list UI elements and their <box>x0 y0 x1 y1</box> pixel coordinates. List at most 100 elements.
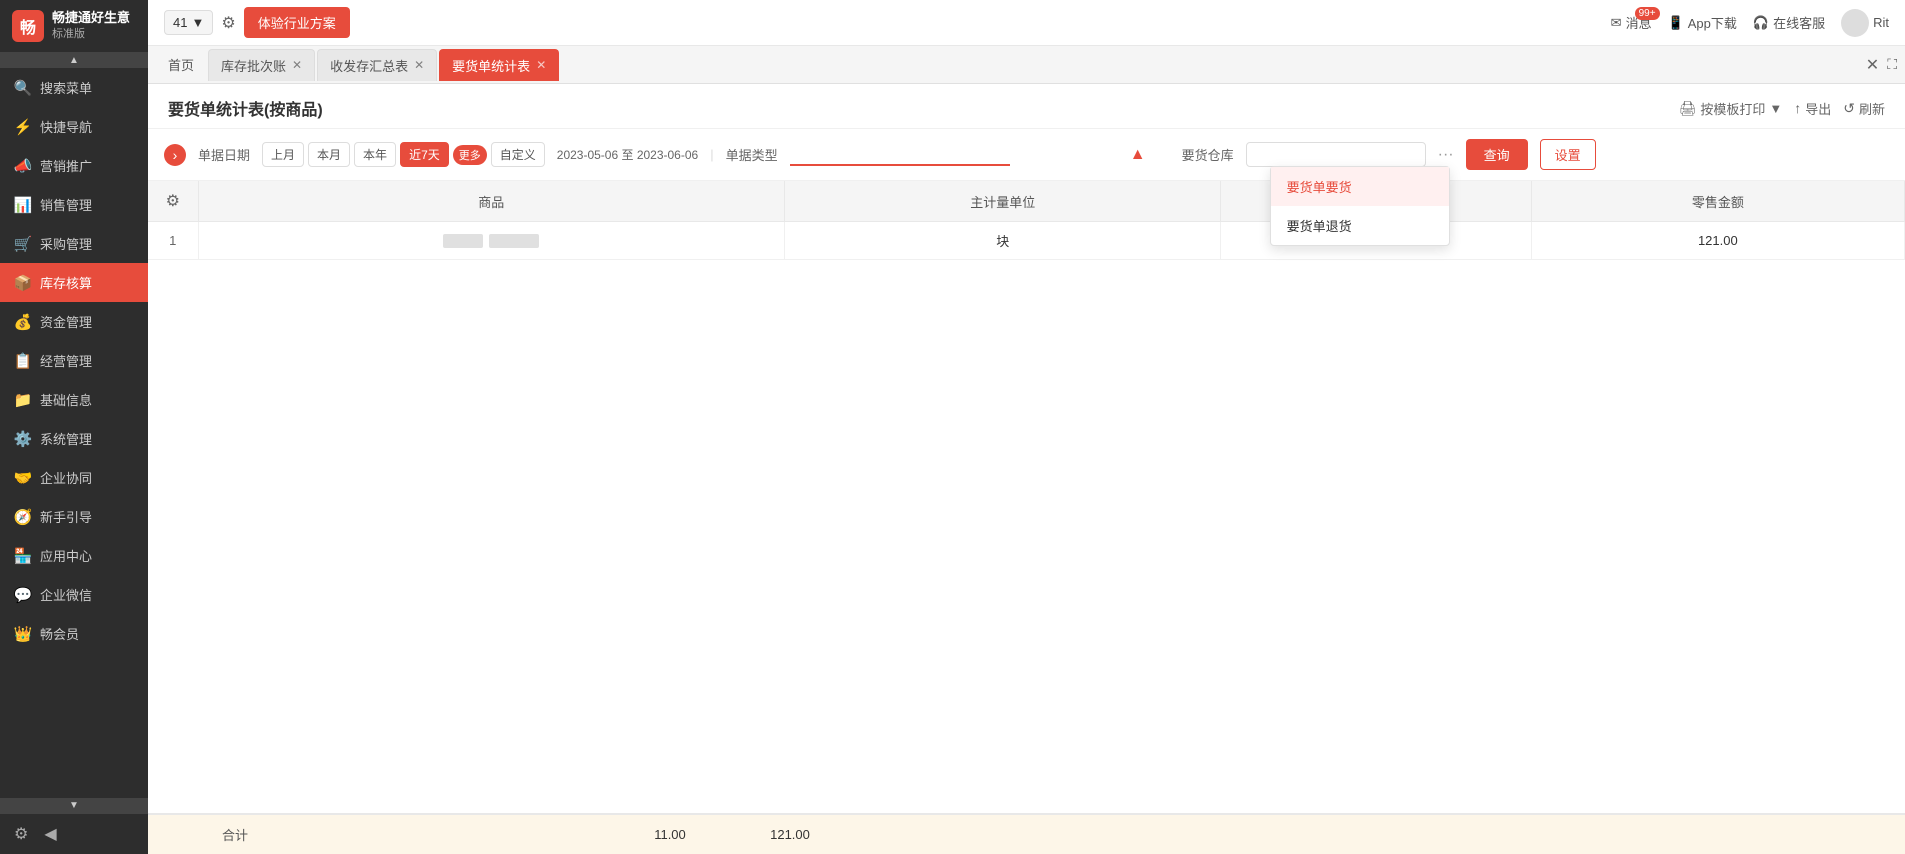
sidebar-item-label: 营销推广 <box>40 156 92 175</box>
appstore-icon: 🏪 <box>14 547 32 565</box>
sidebar-logo[interactable]: 畅 畅捷通好生意 标准版 <box>0 0 148 53</box>
page-header-actions: 🖨 按模板打印 ▼ ↑ 导出 ↺ 刷新 <box>1679 99 1885 118</box>
app-download-button[interactable]: 📱 App下载 <box>1668 13 1737 32</box>
user-profile[interactable]: Rit <box>1841 9 1889 37</box>
this-year-button[interactable]: 本年 <box>354 142 396 167</box>
service-icon: 🎧 <box>1753 15 1769 31</box>
sales-icon: 📊 <box>14 196 32 214</box>
warehouse-input[interactable] <box>1246 142 1426 167</box>
refresh-label: 刷新 <box>1859 99 1885 118</box>
type-select-input[interactable] <box>790 143 1010 166</box>
sidebar-scroll-down[interactable]: ▼ <box>0 798 148 813</box>
export-button[interactable]: ↑ 导出 <box>1794 99 1831 118</box>
search-icon: 🔍 <box>14 79 32 97</box>
filter-more-button[interactable]: ··· <box>1438 146 1454 164</box>
table-footer: 合计 11.00 121.00 <box>148 813 1905 854</box>
type-select-wrapper: ▲ 要货单要货 要货单退货 <box>790 143 1150 166</box>
sidebar-item-member[interactable]: 👑 畅会员 <box>0 614 148 653</box>
trial-button[interactable]: 体验行业方案 <box>244 7 350 38</box>
table-header-row: ⚙ 商品 主计量单位 主数量 零售金额 <box>148 181 1905 222</box>
dropdown-item-order-goods[interactable]: 要货单要货 <box>1271 167 1449 206</box>
footer-quantity: 11.00 <box>610 827 730 842</box>
query-button[interactable]: 查询 <box>1466 139 1528 170</box>
online-service-button[interactable]: 🎧 在线客服 <box>1753 13 1825 32</box>
column-settings-icon[interactable]: ⚙ <box>166 193 180 210</box>
sidebar-item-appstore[interactable]: 🏪 应用中心 <box>0 536 148 575</box>
sidebar-item-collab[interactable]: 🤝 企业协同 <box>0 458 148 497</box>
sidebar-item-basic[interactable]: 📁 基础信息 <box>0 380 148 419</box>
tab-order-stats-close[interactable]: ✕ <box>536 58 546 72</box>
sidebar-item-label: 采购管理 <box>40 234 92 253</box>
filter-settings-button[interactable]: 设置 <box>1540 139 1596 170</box>
finance-icon: 💰 <box>14 313 32 331</box>
sidebar-item-search[interactable]: 🔍 搜索菜单 <box>0 68 148 107</box>
last-7-days-button[interactable]: 近7天 <box>400 142 449 167</box>
inventory-icon: 📦 <box>14 274 32 292</box>
collapse-icon[interactable]: ◀ <box>44 824 56 844</box>
sidebar-item-purchase[interactable]: 🛒 采购管理 <box>0 224 148 263</box>
sidebar-scroll-up[interactable]: ▲ <box>0 53 148 68</box>
topbar-left: 41 ▼ ⚙ 体验行业方案 <box>164 7 1601 38</box>
data-table: ⚙ 商品 主计量单位 主数量 零售金额 1 <box>148 181 1905 260</box>
sidebar-item-label: 系统管理 <box>40 429 92 448</box>
app-label: App下载 <box>1688 13 1737 32</box>
tab-receivables[interactable]: 收发存汇总表 ✕ <box>317 49 437 81</box>
company-selector[interactable]: 41 ▼ <box>164 10 213 35</box>
print-dropdown-icon: ▼ <box>1769 101 1782 116</box>
sidebar-footer: ⚙ ◀ <box>0 813 148 854</box>
sidebar-item-inventory[interactable]: 📦 库存核算 <box>0 263 148 302</box>
purchase-icon: 🛒 <box>14 235 32 253</box>
tab-inventory-batch-close[interactable]: ✕ <box>292 58 302 72</box>
sidebar-item-label: 销售管理 <box>40 195 92 214</box>
tab-expand-icon[interactable]: ⛶ <box>1887 56 1897 73</box>
sidebar-item-wechat[interactable]: 💬 企业微信 <box>0 575 148 614</box>
app-icon: 📱 <box>1668 15 1684 31</box>
member-icon: 👑 <box>14 625 32 643</box>
table-wrapper: ⚙ 商品 主计量单位 主数量 零售金额 1 <box>148 181 1905 813</box>
sidebar-nav: 🔍 搜索菜单 ⚡ 快捷导航 📣 营销推广 📊 销售管理 🛒 采购管理 📦 库存核… <box>0 68 148 798</box>
last-month-button[interactable]: 上月 <box>262 142 304 167</box>
footer-amount: 121.00 <box>730 827 850 842</box>
guide-icon: 🧭 <box>14 508 32 526</box>
settings-column-header: ⚙ <box>148 181 198 222</box>
custom-date-button[interactable]: 自定义 <box>491 142 545 167</box>
messages-button[interactable]: ✉ 消息 99+ <box>1611 13 1652 32</box>
tab-inventory-batch[interactable]: 库存批次账 ✕ <box>208 49 315 81</box>
refresh-button[interactable]: ↺ 刷新 <box>1843 99 1885 118</box>
sidebar-item-marketing[interactable]: 📣 营销推广 <box>0 146 148 185</box>
warehouse-filter-label: 要货仓库 <box>1182 145 1234 164</box>
type-dropdown: 要货单要货 要货单退货 <box>1270 166 1450 246</box>
dropdown-item-order-return[interactable]: 要货单退货 <box>1271 206 1449 245</box>
avatar <box>1841 9 1869 37</box>
sidebar-item-system[interactable]: ⚙️ 系统管理 <box>0 419 148 458</box>
collab-icon: 🤝 <box>14 469 32 487</box>
topbar-right: ✉ 消息 99+ 📱 App下载 🎧 在线客服 Rit <box>1611 9 1889 37</box>
sidebar-item-quicknav[interactable]: ⚡ 快捷导航 <box>0 107 148 146</box>
sidebar-item-sales[interactable]: 📊 销售管理 <box>0 185 148 224</box>
page-content: 要货单统计表(按商品) 🖨 按模板打印 ▼ ↑ 导出 ↺ 刷新 › <box>148 84 1905 854</box>
sidebar-item-guide[interactable]: 🧭 新手引导 <box>0 497 148 536</box>
more-dates-badge[interactable]: 更多 <box>453 145 487 165</box>
tab-receivables-close[interactable]: ✕ <box>414 58 424 72</box>
this-month-button[interactable]: 本月 <box>308 142 350 167</box>
date-range-display: 2023-05-06 至 2023-06-06 <box>557 146 698 163</box>
filter-expand-button[interactable]: › <box>164 144 186 166</box>
type-select-arrow[interactable]: ▲ <box>1130 146 1146 164</box>
sidebar-item-finance[interactable]: 💰 资金管理 <box>0 302 148 341</box>
sidebar-item-label: 基础信息 <box>40 390 92 409</box>
settings-footer-icon[interactable]: ⚙ <box>14 824 28 844</box>
tab-close-all-icon[interactable]: ✕ <box>1866 55 1879 75</box>
print-button[interactable]: 🖨 按模板打印 ▼ <box>1679 99 1783 118</box>
print-label: 按模板打印 <box>1700 99 1765 118</box>
amount-column-header: 零售金额 <box>1531 181 1904 222</box>
sidebar-item-operation[interactable]: 📋 经营管理 <box>0 341 148 380</box>
topbar-settings-icon[interactable]: ⚙ <box>221 13 235 33</box>
tab-order-stats[interactable]: 要货单统计表 ✕ <box>439 49 559 81</box>
sidebar-item-label: 资金管理 <box>40 312 92 331</box>
row-index: 1 <box>148 222 198 260</box>
tab-home[interactable]: 首页 <box>156 49 206 80</box>
tab-order-stats-label: 要货单统计表 <box>452 56 530 75</box>
sidebar-item-label: 搜索菜单 <box>40 78 92 97</box>
sidebar-item-label: 快捷导航 <box>40 117 92 136</box>
print-icon: 🖨 <box>1679 100 1697 117</box>
